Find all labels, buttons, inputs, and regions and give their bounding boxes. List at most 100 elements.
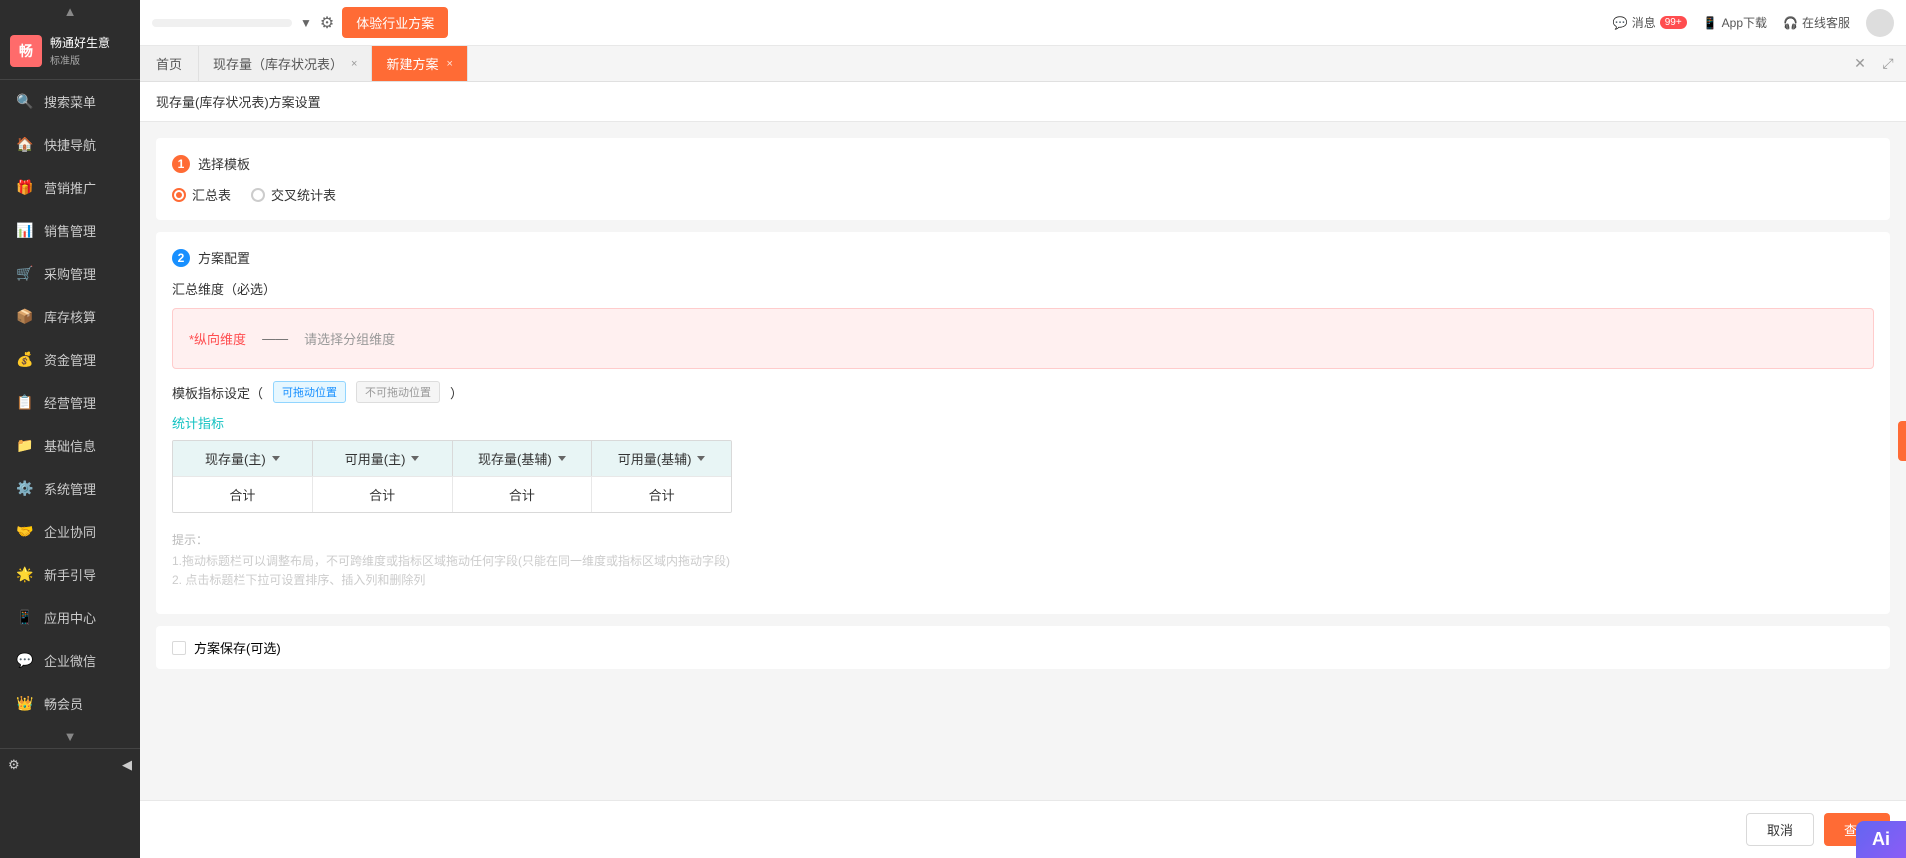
customer-service-item[interactable]: 🎧 在线客服 xyxy=(1783,14,1850,31)
sidebar-item-inventory[interactable]: 📦 库存核算 xyxy=(0,295,140,338)
footer-bar: 取消 查询 xyxy=(140,800,1906,858)
gift-icon: 🎁 xyxy=(16,179,34,197)
sidebar-item-newbie[interactable]: 🌟 新手引导 xyxy=(0,553,140,596)
save-checkbox[interactable] xyxy=(172,641,186,655)
sidebar-settings-icon[interactable]: ⚙ xyxy=(8,757,20,773)
radio-summary[interactable]: 汇总表 xyxy=(172,185,231,204)
section2-number: 2 xyxy=(172,249,190,267)
sidebar-scroll-down[interactable]: ▼ xyxy=(0,725,140,748)
folder-icon: 📁 xyxy=(16,437,34,455)
message-badge: 99+ xyxy=(1660,16,1687,29)
sidebar-item-finance[interactable]: 💰 资金管理 xyxy=(0,338,140,381)
sidebar-item-basic[interactable]: 📁 基础信息 xyxy=(0,424,140,467)
section-config: 2 方案配置 汇总维度（必选） *纵向维度 —— 请选择分组维度 模板指标设定（… xyxy=(156,232,1890,614)
sidebar-item-member[interactable]: 👑 畅会员 xyxy=(0,682,140,725)
stats-col1-data: 合计 xyxy=(173,477,313,512)
topbar-gear-icon[interactable]: ⚙ xyxy=(320,13,334,33)
stats-col1-label: 现存量(主) xyxy=(205,449,266,468)
search-icon: 🔍 xyxy=(16,93,34,111)
sidebar-item-app-center[interactable]: 📱 应用中心 xyxy=(0,596,140,639)
dimension-placeholder[interactable]: 请选择分组维度 xyxy=(304,329,395,348)
sidebar-purchase-label: 采购管理 xyxy=(44,264,96,283)
stats-data-row: 合计 合计 合计 合计 xyxy=(173,476,731,512)
stats-col1-header[interactable]: 现存量(主) xyxy=(173,441,313,476)
logo-text: 畅通好生意 xyxy=(50,35,110,52)
trial-btn[interactable]: 体验行业方案 xyxy=(342,7,448,38)
stats-col4-label: 可用量(基辅) xyxy=(618,449,692,468)
tips-section: 提示： 1.拖动标题栏可以调整布局，不可跨维度或指标区域拖动任何字段(只能在同一… xyxy=(172,523,1874,598)
tab-new-scheme-close-icon[interactable]: × xyxy=(446,58,452,70)
tips-title: 提示： xyxy=(172,531,1874,548)
sidebar-item-management[interactable]: 📋 经营管理 xyxy=(0,381,140,424)
tab-new-scheme[interactable]: 新建方案 × xyxy=(372,46,467,81)
tips-item-1: 1.拖动标题栏可以调整布局，不可跨维度或指标区域拖动任何字段(只能在同一维度或指… xyxy=(172,552,1874,569)
sidebar-finance-label: 资金管理 xyxy=(44,350,96,369)
stats-col3-data: 合计 xyxy=(453,477,593,512)
topbar-dropdown[interactable]: ▼ xyxy=(300,16,312,30)
stats-col2-header[interactable]: 可用量(主) xyxy=(313,441,453,476)
stats-col4-header[interactable]: 可用量(基辅) xyxy=(592,441,731,476)
indicator-settings-label: 模板指标设定（ 可拖动位置 不可拖动位置 ） xyxy=(172,381,1874,403)
sidebar-shortcut-label: 快捷导航 xyxy=(44,135,96,154)
ai-badge[interactable]: Ai xyxy=(1856,821,1906,858)
sidebar-member-label: 畅会员 xyxy=(44,694,83,713)
radio-cross-circle xyxy=(251,188,265,202)
cart-icon: 🛒 xyxy=(16,265,34,283)
tab-home-label: 首页 xyxy=(156,54,182,73)
tab-inventory-status-label: 现存量（库存状况表） xyxy=(213,54,343,73)
section1-number: 1 xyxy=(172,155,190,173)
chat-icon: 💬 xyxy=(16,652,34,670)
tab-home[interactable]: 首页 xyxy=(140,46,199,81)
sidebar-item-system[interactable]: ⚙️ 系统管理 xyxy=(0,467,140,510)
sidebar-item-marketing[interactable]: 🎁 营销推广 xyxy=(0,166,140,209)
sidebar-item-search[interactable]: 🔍 搜索菜单 xyxy=(0,80,140,123)
app-download-item[interactable]: 📱 App下载 xyxy=(1703,14,1767,31)
dimension-required: *纵向维度 xyxy=(189,329,246,348)
panel-title: 现存量(库存状况表)方案设置 xyxy=(156,95,321,110)
panel-expand-icon[interactable]: ⤢ xyxy=(1878,54,1898,74)
mobile-icon: 📱 xyxy=(16,609,34,627)
cancel-button[interactable]: 取消 xyxy=(1746,813,1814,846)
panel-close-icon[interactable]: ✕ xyxy=(1850,54,1870,74)
sidebar-collapse-icon[interactable]: ◀ xyxy=(122,757,132,773)
panel-body: 1 选择模板 汇总表 交叉统计表 2 xyxy=(140,122,1906,685)
sidebar-basic-label: 基础信息 xyxy=(44,436,96,455)
sidebar-scroll-up[interactable]: ▲ xyxy=(0,0,140,23)
dimension-box: *纵向维度 —— 请选择分组维度 xyxy=(172,308,1874,369)
message-item[interactable]: 💬 消息 99+ xyxy=(1613,14,1687,31)
sidebar-item-sales[interactable]: 📊 销售管理 xyxy=(0,209,140,252)
chart-icon: 📊 xyxy=(16,222,34,240)
sidebar-item-purchase[interactable]: 🛒 采购管理 xyxy=(0,252,140,295)
tab-inventory-status[interactable]: 现存量（库存状况表） × xyxy=(199,46,372,81)
topbar-right: 💬 消息 99+ 📱 App下载 🎧 在线客服 xyxy=(1613,9,1894,37)
section2-title: 2 方案配置 xyxy=(172,248,1874,267)
sidebar-item-shortcut[interactable]: 🏠 快捷导航 xyxy=(0,123,140,166)
stats-header-row: 现存量(主) 可用量(主) 现存量(基辅) xyxy=(173,441,731,476)
tab-inventory-close-icon[interactable]: × xyxy=(351,58,357,70)
sidebar-item-enterprise[interactable]: 🤝 企业协同 xyxy=(0,510,140,553)
user-avatar[interactable] xyxy=(1866,9,1894,37)
sidebar-sales-label: 销售管理 xyxy=(44,221,96,240)
non-movable-badge: 不可拖动位置 xyxy=(356,381,440,403)
col3-chevron-icon xyxy=(558,456,566,461)
sidebar-enterprise-label: 企业协同 xyxy=(44,522,96,541)
tips-item-2: 2. 点击标题栏下拉可设置排序、插入列和删除列 xyxy=(172,571,1874,588)
sidebar-appcenter-label: 应用中心 xyxy=(44,608,96,627)
topbar: ▼ ⚙ 体验行业方案 💬 消息 99+ 📱 App下载 🎧 在线客服 xyxy=(140,0,1906,46)
right-scroll-handle[interactable] xyxy=(1898,421,1906,461)
money-icon: 💰 xyxy=(16,351,34,369)
radio-cross-label: 交叉统计表 xyxy=(271,185,336,204)
home-icon: 🏠 xyxy=(16,136,34,154)
sidebar-logo: 畅 畅通好生意 标准版 xyxy=(0,23,140,80)
message-label: 消息 xyxy=(1632,14,1656,31)
headset-icon: 🎧 xyxy=(1783,16,1798,30)
col2-chevron-icon xyxy=(411,456,419,461)
panel-header: 现存量(库存状况表)方案设置 xyxy=(140,82,1906,122)
radio-cross[interactable]: 交叉统计表 xyxy=(251,185,336,204)
stats-col3-header[interactable]: 现存量(基辅) xyxy=(453,441,593,476)
sidebar-item-wechat[interactable]: 💬 企业微信 xyxy=(0,639,140,682)
save-option-label: 方案保存(可选) xyxy=(194,638,281,657)
content-area: 现存量(库存状况表)方案设置 1 选择模板 汇总表 交叉统计表 xyxy=(140,82,1906,800)
movable-badge: 可拖动位置 xyxy=(273,381,346,403)
dimension-dash: —— xyxy=(262,331,288,346)
